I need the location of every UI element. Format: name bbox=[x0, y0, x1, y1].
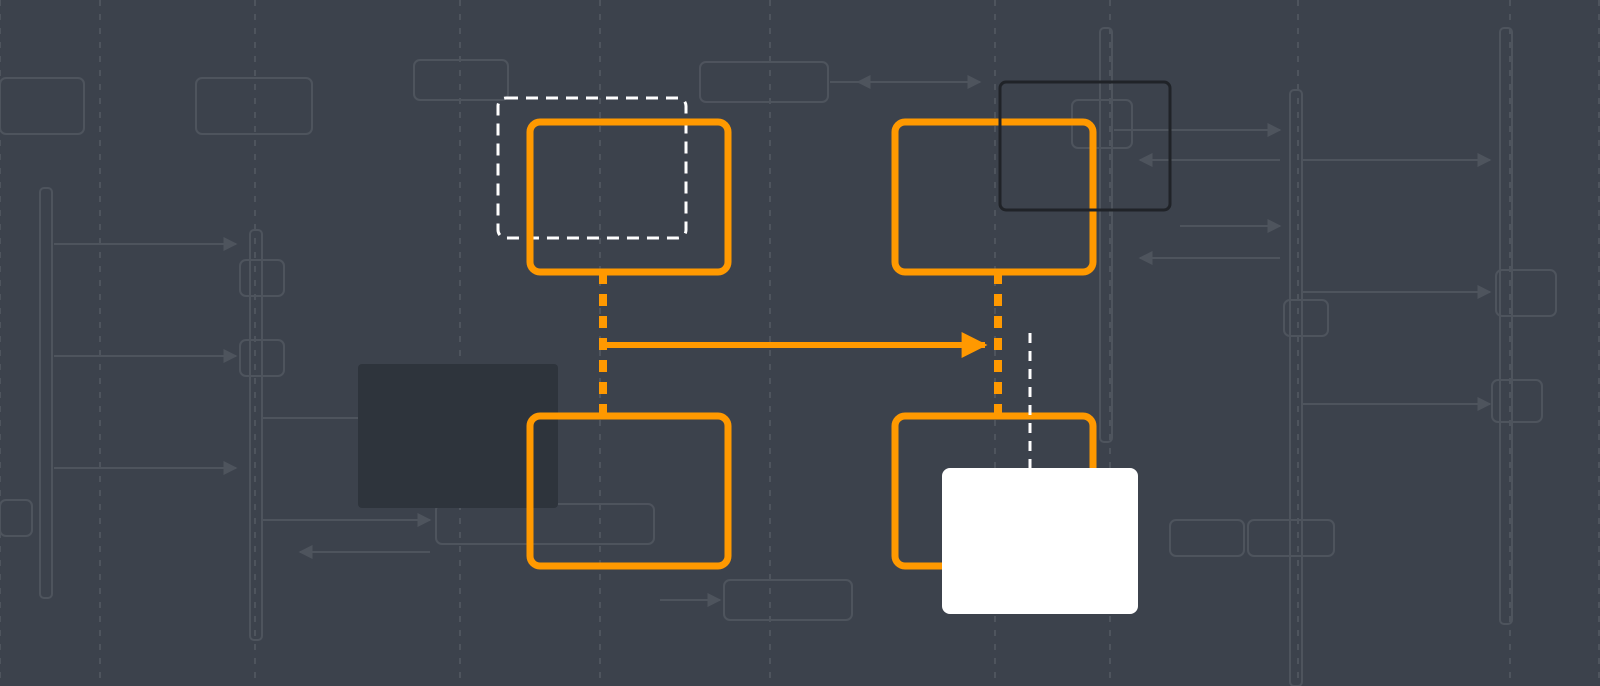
white-filled-box bbox=[942, 468, 1138, 614]
diagram-canvas bbox=[0, 0, 1600, 686]
